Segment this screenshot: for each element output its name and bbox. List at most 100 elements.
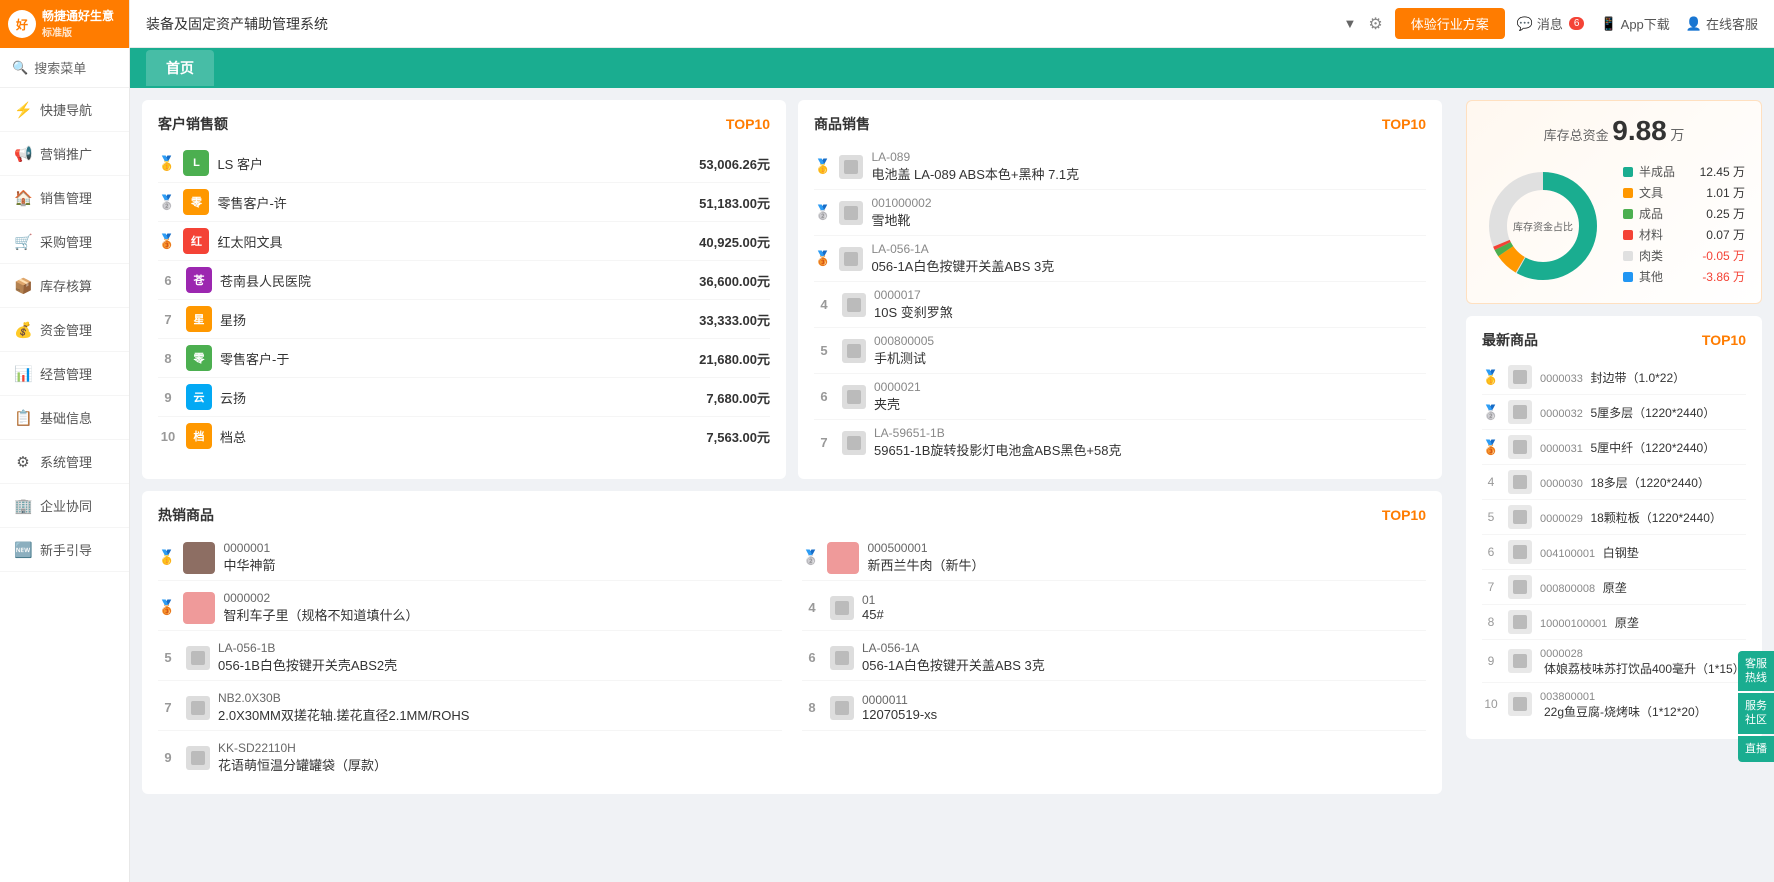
product-name: 59651-1B旋转投影灯电池盒ABS黑色+58克	[874, 440, 1426, 459]
legend-item: 肉类 -0.05 万	[1623, 247, 1745, 264]
new-product-item: 7 000800008 原垄	[1482, 570, 1746, 605]
product-thumbnail	[183, 542, 215, 574]
sidebar-item-system[interactable]: ⚙ 系统管理	[0, 440, 129, 484]
rank-name: 红太阳文具	[217, 232, 691, 251]
product-item: 🥈 000500001 新西兰牛肉（新牛）	[802, 535, 1426, 581]
product-info: 01 45#	[862, 593, 1426, 622]
product-code: 004100001	[1540, 548, 1595, 560]
customer-top10-header: 客户销售额 TOP10	[158, 114, 770, 134]
sidebar-item-cooperation[interactable]: 🏢 企业协同	[0, 484, 129, 528]
rank-medal: 🥇	[158, 549, 175, 566]
product-code: 0000029	[1540, 513, 1583, 525]
rank-item: 🥈 零 零售客户-许 51,183.00元	[158, 183, 770, 222]
rank-num: 5	[1482, 510, 1500, 524]
product-item: 🥇 0000001 中华神箭	[158, 535, 782, 581]
new-products-card: 最新商品 TOP10 🥇 0000033 封边带（1.0*22） 🥈 00000…	[1466, 316, 1762, 739]
app-download-button[interactable]: 📱 App下载	[1600, 14, 1669, 33]
legend-name: 成品	[1623, 205, 1706, 222]
product-thumbnail	[842, 385, 866, 409]
product-item: 6 LA-056-1A 056-1A白色按键开关盖ABS 3克	[802, 635, 1426, 681]
new-product-item: 6 004100001 白钢垫	[1482, 535, 1746, 570]
new-product-item: 9 0000028 体娘荔枝味苏打饮品400毫升（1*15）	[1482, 640, 1746, 683]
main-content: 装备及固定资产辅助管理系统 ▼ ⚙ 体验行业方案 💬 消息 6 📱 App下载 …	[130, 0, 1774, 882]
sidebar-search[interactable]: 🔍 搜索菜单	[0, 48, 129, 88]
settings-icon[interactable]: ⚙	[1368, 14, 1382, 34]
app-icon: 📱	[1600, 16, 1616, 32]
sidebar-item-label: 快捷导航	[40, 100, 92, 119]
product-item: 4 01 45#	[802, 585, 1426, 631]
product-code: 0000030	[1540, 478, 1583, 490]
float-btn-community[interactable]: 服务社区	[1738, 693, 1774, 734]
rank-item: 8 零 零售客户-于 21,680.00元	[158, 339, 770, 378]
product-thumbnail	[1508, 575, 1532, 599]
rank-info: LS 客户	[217, 154, 691, 173]
product-name: 中华神箭	[223, 555, 782, 574]
new-product-item: 8 10000100001 原垄	[1482, 605, 1746, 640]
new-products-title: 最新商品	[1482, 330, 1538, 350]
marketing-icon: 📢	[14, 145, 32, 163]
sidebar-item-guide[interactable]: 🆕 新手引导	[0, 528, 129, 572]
topbar-dropdown[interactable]: ▼	[1343, 16, 1356, 31]
product-code: 0000002	[223, 591, 782, 605]
new-products-badge: TOP10	[1702, 332, 1746, 348]
sidebar-item-marketing[interactable]: 📢 营销推广	[0, 132, 129, 176]
legend-item: 其他 -3.86 万	[1623, 268, 1745, 285]
rank-num: 8	[158, 351, 178, 366]
rank-num: 8	[1482, 615, 1500, 629]
product-info: 0000029 18颗粒板（1220*2440）	[1540, 509, 1746, 526]
product-info: NB2.0X30B 2.0X30MM双搓花轴.搓花直径2.1MM/ROHS	[218, 691, 782, 724]
sidebar-item-quick-nav[interactable]: ⚡ 快捷导航	[0, 88, 129, 132]
product-thumbnail	[839, 201, 863, 225]
online-service-button[interactable]: 👤 在线客服	[1686, 14, 1758, 33]
rank-item: 5 000800005 手机测试	[814, 328, 1426, 374]
messages-button[interactable]: 💬 消息 6	[1517, 14, 1585, 33]
topbar-right: 💬 消息 6 📱 App下载 👤 在线客服	[1517, 14, 1758, 33]
new-product-item: 4 0000030 18多层（1220*2440）	[1482, 465, 1746, 500]
sidebar-item-inventory[interactable]: 📦 库存核算	[0, 264, 129, 308]
inventory-total: 库存总资金 9.88 万	[1483, 115, 1745, 147]
trial-button[interactable]: 体验行业方案	[1395, 8, 1505, 39]
top10-grid: 客户销售额 TOP10 🥇 L LS 客户 53,006.26元	[142, 100, 1442, 479]
legend-dot	[1623, 188, 1633, 198]
product-info: 10000100001 原垄	[1540, 614, 1746, 631]
product-info: LA-056-1B 056-1B白色按键开关壳ABS2壳	[218, 641, 782, 674]
search-icon: 🔍	[12, 60, 28, 76]
cooperation-icon: 🏢	[14, 497, 32, 515]
product-name: 智利车子里（规格不知道填什么）	[223, 605, 782, 624]
rank-num: 9	[158, 390, 178, 405]
rank-avatar: L	[183, 150, 209, 176]
product-item: 5 LA-056-1B 056-1B白色按键开关壳ABS2壳	[158, 635, 782, 681]
float-btn-live[interactable]: 直播	[1738, 736, 1774, 762]
product-name: 5厘多层（1220*2440）	[1590, 406, 1715, 420]
customer-top10-title: 客户销售额	[158, 114, 228, 134]
legend-item: 文具 1.01 万	[1623, 184, 1745, 201]
service-label: 在线客服	[1706, 14, 1758, 33]
product-thumbnail	[1508, 400, 1532, 424]
rank-num: 7	[158, 700, 178, 715]
sidebar-item-operations[interactable]: 📊 经营管理	[0, 352, 129, 396]
rank-name: 苍南县人民医院	[220, 271, 691, 290]
product-thumbnail	[1508, 470, 1532, 494]
product-name: 18多层（1220*2440）	[1590, 476, 1709, 490]
rank-avatar: 云	[186, 384, 212, 410]
rank-item: 🥈 001000002 雪地靴	[814, 190, 1426, 236]
sidebar-item-sales[interactable]: 🏠 销售管理	[0, 176, 129, 220]
rank-amount: 51,183.00元	[699, 193, 770, 212]
product-sales-badge: TOP10	[1382, 116, 1426, 132]
rank-item: 4 0000017 10S 变刹罗煞	[814, 282, 1426, 328]
sidebar-logo: 好 畅捷通好生意 标准版	[0, 0, 129, 48]
sidebar-item-basic[interactable]: 📋 基础信息	[0, 396, 129, 440]
rank-name: 零售客户-于	[220, 349, 691, 368]
legend-val-neg: -0.05 万	[1702, 247, 1745, 264]
float-btn-customer[interactable]: 客服热线	[1738, 651, 1774, 692]
rank-item: 6 苍 苍南县人民医院 36,600.00元	[158, 261, 770, 300]
rank-item: 🥇 L LS 客户 53,006.26元	[158, 144, 770, 183]
tab-home[interactable]: 首页	[146, 50, 214, 86]
rank-medal: 🥉	[158, 599, 175, 616]
product-code: 0000033	[1540, 373, 1583, 385]
customer-rank-list: 🥇 L LS 客户 53,006.26元 🥈 零 零售客户-许	[158, 144, 770, 455]
product-code: 0000021	[874, 380, 1426, 394]
sidebar-item-finance[interactable]: 💰 资金管理	[0, 308, 129, 352]
rank-amount: 21,680.00元	[699, 349, 770, 368]
sidebar-item-purchase[interactable]: 🛒 采购管理	[0, 220, 129, 264]
